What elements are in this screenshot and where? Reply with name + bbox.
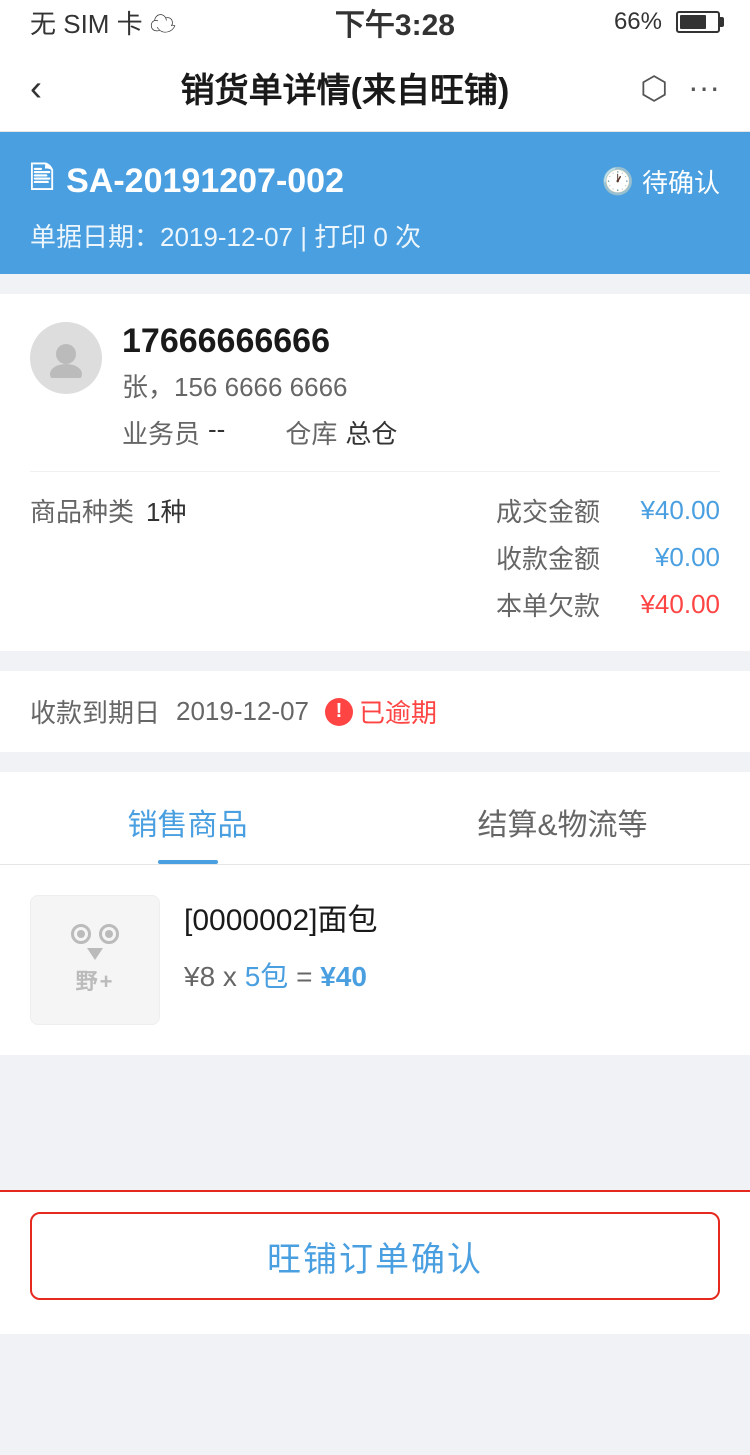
share-icon[interactable]: ⬡	[640, 69, 668, 107]
order-header: 🖹 SA-20191207-002 🕐 待确认 单据日期：2019-12-07 …	[0, 132, 750, 274]
customer-phone: 17666666666	[122, 322, 720, 361]
product-thumbnail: 野+	[30, 895, 160, 1025]
battery-icon	[676, 11, 720, 33]
clock-icon: 🕐	[602, 166, 634, 197]
tabs-container: 销售商品 结算&物流等	[0, 772, 750, 865]
sim-status: 无 SIM 卡 ☁	[30, 4, 176, 41]
product-info: [0000002]面包 ¥8 x 5包 = ¥40	[184, 895, 720, 995]
customer-info: 17666666666 张，156 6666 6666 业务员 -- 仓库 总仓	[122, 322, 720, 451]
confirm-button[interactable]: 旺铺订单确认	[30, 1212, 720, 1300]
types-value: 1种	[146, 492, 186, 529]
overdue-badge: ! 已逾期	[325, 693, 437, 730]
product-image-placeholder: 野+	[71, 924, 119, 996]
transaction-value: ¥40.00	[620, 495, 720, 526]
order-status: 🕐 待确认	[602, 163, 720, 200]
overdue-icon: !	[325, 698, 353, 726]
status-bar: 无 SIM 卡 ☁ 下午3:28 66%	[0, 0, 750, 44]
status-time: 下午3:28	[335, 0, 455, 44]
order-id: 🖹 SA-20191207-002	[30, 156, 344, 207]
product-price-row: ¥8 x 5包 = ¥40	[184, 955, 720, 995]
tab-underline	[158, 860, 218, 864]
owed-value: ¥40.00	[620, 589, 720, 620]
status-right: 66%	[614, 8, 720, 36]
price-label: ¥8 x	[184, 961, 237, 992]
product-name: [0000002]面包	[184, 895, 720, 939]
transaction-label: 成交金额	[496, 492, 600, 529]
warehouse-label: 仓库	[285, 414, 337, 451]
page-title: 销货单详情(来自旺铺)	[181, 63, 510, 112]
summary-section: 商品种类 1种 成交金额 ¥40.00 收款金额 ¥0.00 本单欠款 ¥40.…	[30, 492, 720, 623]
divider	[30, 471, 720, 472]
battery-percent: 66%	[614, 8, 662, 36]
tab-settlement[interactable]: 结算&物流等	[375, 772, 750, 864]
due-date-card: 收款到期日 2019-12-07 ! 已逾期	[0, 671, 750, 752]
due-date-value: 2019-12-07	[176, 696, 309, 727]
nav-actions: ⬡ ···	[600, 69, 720, 107]
bottom-section: 旺铺订单确认	[0, 1190, 750, 1334]
nav-bar: ‹ 销货单详情(来自旺铺) ⬡ ···	[0, 44, 750, 132]
types-label: 商品种类	[30, 492, 134, 529]
amounts-section: 成交金额 ¥40.00 收款金额 ¥0.00 本单欠款 ¥40.00	[496, 492, 720, 623]
due-date-label: 收款到期日	[30, 693, 160, 730]
more-icon[interactable]: ···	[688, 69, 720, 106]
avatar	[30, 322, 102, 394]
salesperson-label: 业务员	[122, 414, 200, 451]
quantity-label: 5包	[245, 961, 289, 992]
tab-sales-label: 销售商品	[128, 809, 248, 842]
received-label: 收款金额	[496, 539, 600, 576]
overdue-text: 已逾期	[359, 693, 437, 730]
customer-card: 17666666666 张，156 6666 6666 业务员 -- 仓库 总仓…	[0, 294, 750, 651]
back-button[interactable]: ‹	[30, 67, 90, 109]
price-total: ¥40	[320, 961, 367, 992]
order-icon: 🖹	[30, 156, 54, 207]
order-id-text: SA-20191207-002	[66, 162, 344, 201]
warehouse-value: 总仓	[345, 414, 397, 451]
tab-sales-products[interactable]: 销售商品	[0, 772, 375, 864]
status-left: 无 SIM 卡 ☁	[30, 4, 176, 41]
product-card: 野+ [0000002]面包 ¥8 x 5包 = ¥40	[0, 865, 750, 1055]
equals-sign: =	[296, 961, 312, 992]
tab-settlement-label: 结算&物流等	[477, 809, 647, 842]
customer-name: 张，156 6666 6666	[122, 367, 720, 404]
salesperson-value: --	[208, 414, 225, 451]
order-date: 单据日期：2019-12-07 | 打印 0 次	[30, 217, 720, 254]
product-types: 商品种类 1种	[30, 492, 186, 529]
received-value: ¥0.00	[620, 542, 720, 573]
customer-meta: 业务员 -- 仓库 总仓	[122, 414, 720, 451]
owed-label: 本单欠款	[496, 586, 600, 623]
status-text: 待确认	[642, 163, 720, 200]
back-icon[interactable]: ‹	[30, 67, 42, 109]
